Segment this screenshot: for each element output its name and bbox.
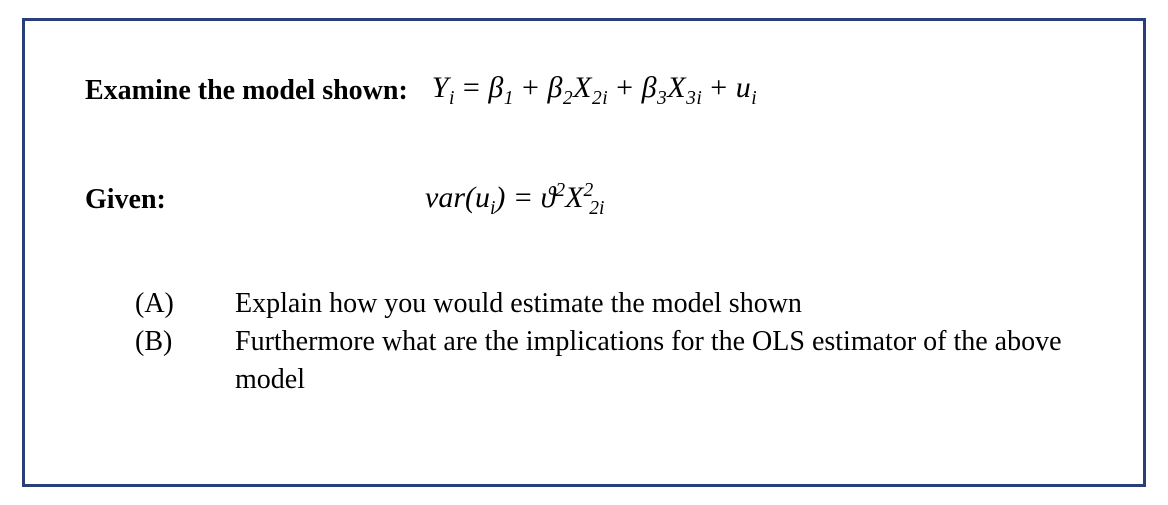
- question-frame: Examine the model shown: Yi = β1 + β2X2i…: [22, 18, 1146, 487]
- model-equation: Yi = β1 + β2X2i + β3X3i + ui: [432, 71, 757, 110]
- given-label: Given:: [85, 184, 425, 216]
- question-list: (A) Explain how you would estimate the m…: [85, 285, 1083, 398]
- question-a: (A) Explain how you would estimate the m…: [135, 285, 1083, 323]
- question-a-text: Explain how you would estimate the model…: [235, 285, 1083, 323]
- examine-label: Examine the model shown:: [85, 75, 408, 107]
- question-b-text: Furthermore what are the implications fo…: [235, 323, 1083, 399]
- model-row: Examine the model shown: Yi = β1 + β2X2i…: [85, 71, 1083, 110]
- question-b: (B) Furthermore what are the implication…: [135, 323, 1083, 399]
- question-a-label: (A): [135, 285, 235, 323]
- given-row: Given: var(ui) = ϑ2X22i: [85, 180, 1083, 220]
- question-b-label: (B): [135, 323, 235, 361]
- variance-equation: var(ui) = ϑ2X22i: [425, 180, 604, 220]
